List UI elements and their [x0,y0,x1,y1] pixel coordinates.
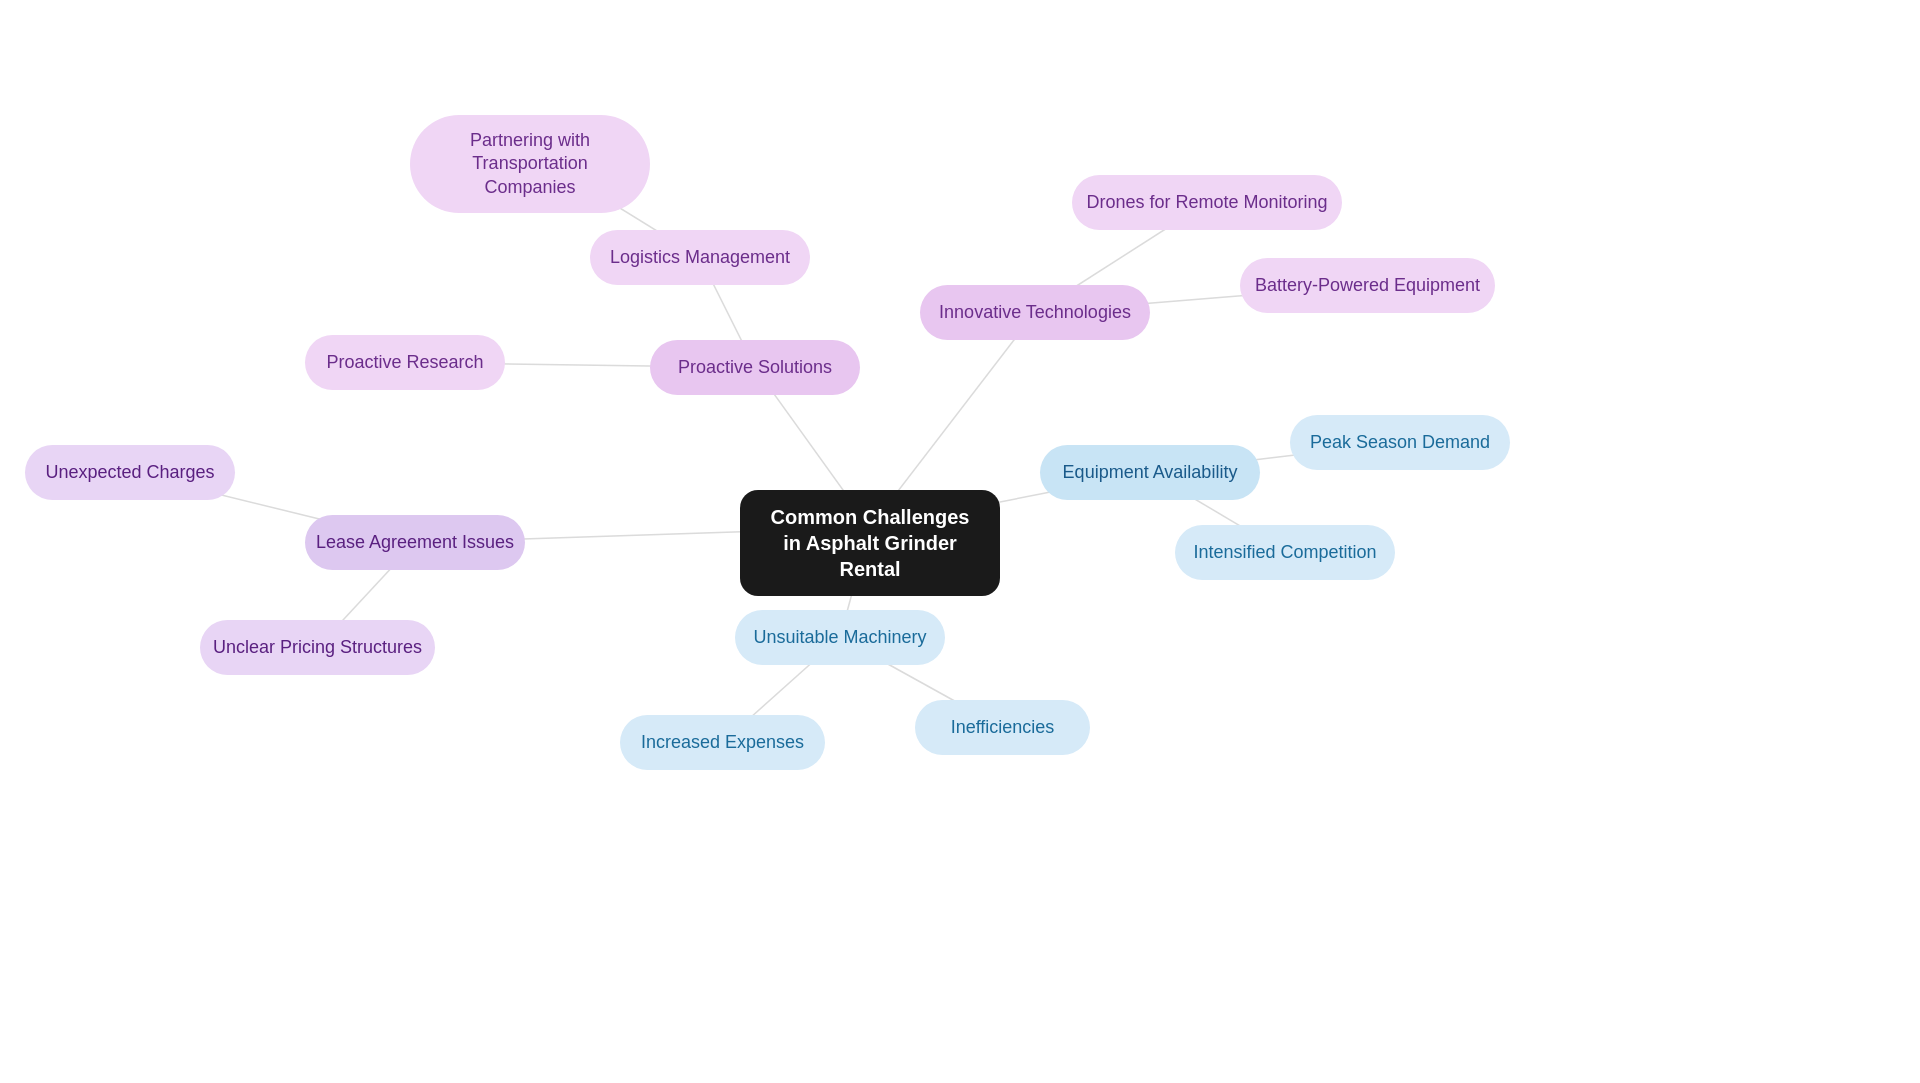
proactive-research-node: Proactive Research [305,335,505,390]
intensified-competition-node: Intensified Competition [1175,525,1395,580]
peak-season-demand-node: Peak Season Demand [1290,415,1510,470]
unsuitable-machinery-node: Unsuitable Machinery [735,610,945,665]
inefficiencies-node: Inefficiencies [915,700,1090,755]
battery-powered-node: Battery-Powered Equipment [1240,258,1495,313]
equipment-availability-node: Equipment Availability [1040,445,1260,500]
logistics-management-node: Logistics Management [590,230,810,285]
drones-remote-node: Drones for Remote Monitoring [1072,175,1342,230]
unexpected-charges-node: Unexpected Charges [25,445,235,500]
lease-agreement-node: Lease Agreement Issues [305,515,525,570]
increased-expenses-node: Increased Expenses [620,715,825,770]
proactive-solutions-node: Proactive Solutions [650,340,860,395]
partnering-transportation-node: Partnering with Transportation Companies [410,115,650,213]
center-node: Common Challenges in Asphalt Grinder Ren… [740,490,1000,596]
unclear-pricing-node: Unclear Pricing Structures [200,620,435,675]
innovative-technologies-node: Innovative Technologies [920,285,1150,340]
